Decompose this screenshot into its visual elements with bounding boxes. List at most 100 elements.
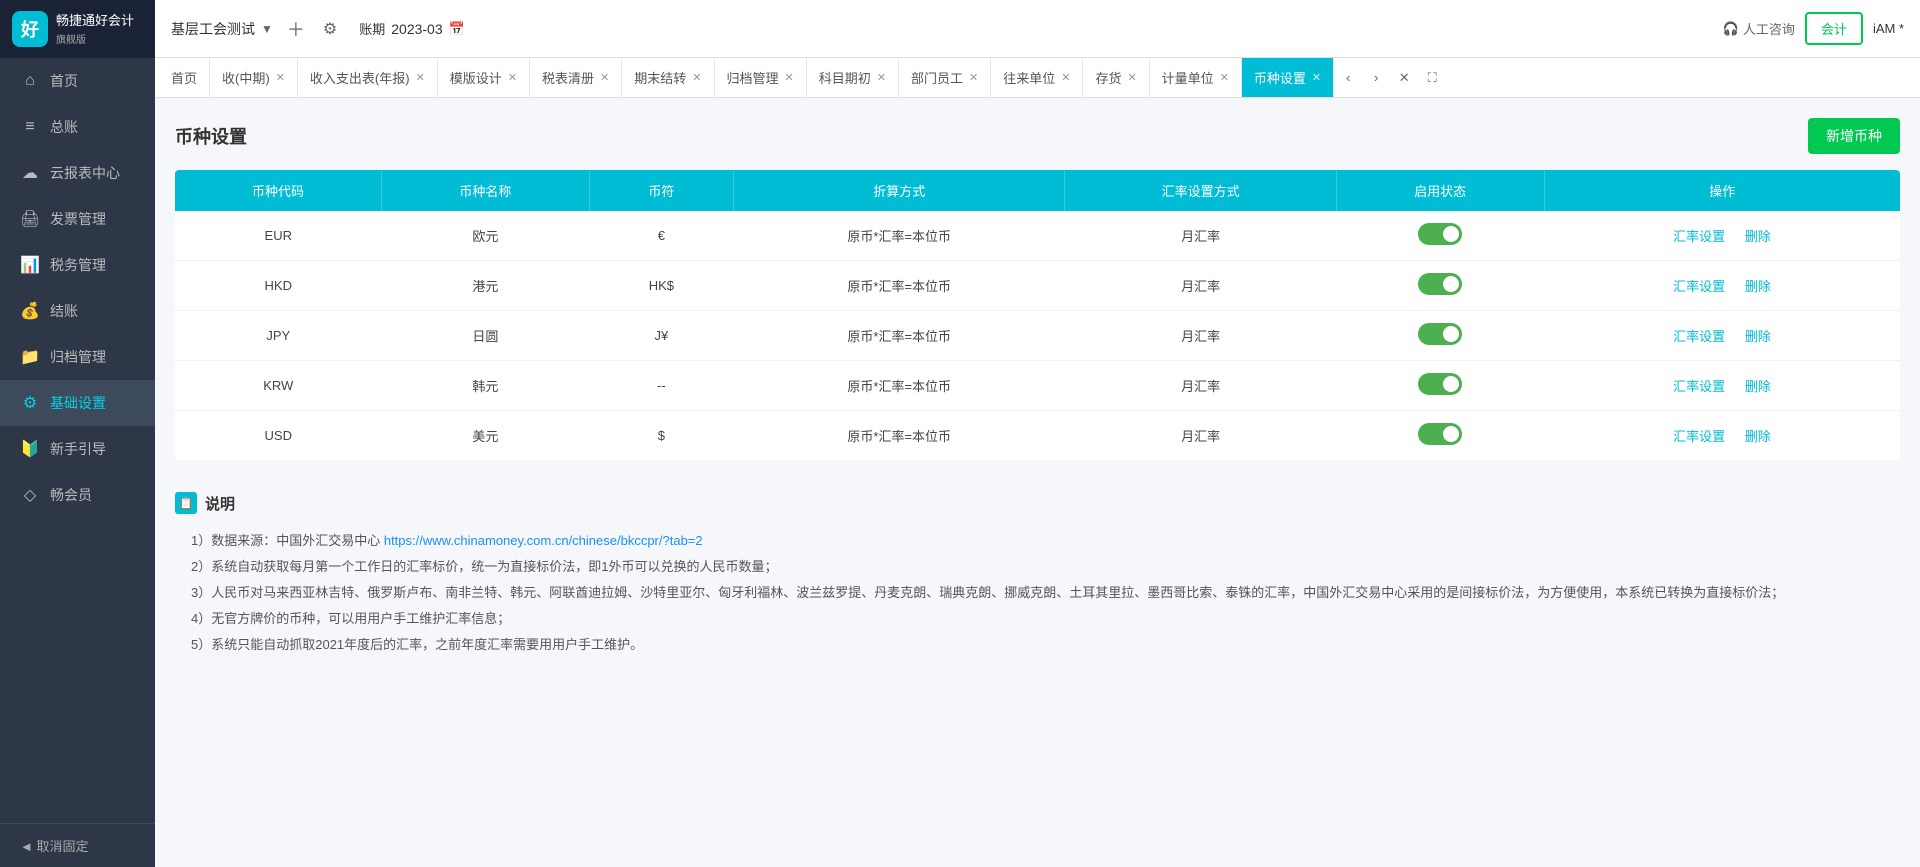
tab-archive[interactable]: 归档管理 ✕	[715, 58, 807, 98]
tab-archive-close[interactable]: ✕	[785, 71, 794, 84]
toggle-4[interactable]	[1418, 423, 1462, 445]
tab-tax-close[interactable]: ✕	[600, 71, 609, 84]
sidebar: 好 畅捷通好会计 旗舰版 ⌂ 首页 ≡ 总账 ☁ 云报表中心 🖨 发票管理 📊 …	[0, 0, 155, 867]
tab-home[interactable]: 首页	[159, 58, 210, 98]
note-4: 4）无官方牌价的币种，可以用用户手工维护汇率信息；	[191, 606, 1900, 632]
rate-setting-2[interactable]: 汇率设置	[1673, 329, 1725, 344]
cell-method-4: 原币*汇率=本位币	[733, 411, 1065, 461]
notes-list: 1）数据来源：中国外汇交易中心 https://www.chinamoney.c…	[175, 528, 1900, 658]
cell-rate-type-4: 月汇率	[1065, 411, 1336, 461]
sidebar-item-member[interactable]: ◇ 畅会员	[0, 472, 155, 518]
notes-link[interactable]: https://www.chinamoney.com.cn/chinese/bk…	[384, 533, 703, 548]
cell-rate-type-2: 月汇率	[1065, 311, 1336, 361]
sidebar-item-settings[interactable]: ⚙ 基础设置	[0, 380, 155, 426]
delete-btn-3[interactable]: 删除	[1745, 379, 1771, 394]
cell-name-4: 美元	[382, 411, 590, 461]
tab-clients[interactable]: 往来单位 ✕	[991, 58, 1083, 98]
sidebar-label-home: 首页	[50, 71, 78, 91]
delete-btn-4[interactable]: 删除	[1745, 429, 1771, 444]
tab-departments[interactable]: 部门员工 ✕	[899, 58, 991, 98]
tab-clients-label: 往来单位	[1003, 68, 1055, 87]
tab-tax-label: 税表清册	[542, 68, 594, 87]
sidebar-item-tax[interactable]: 📊 税务管理	[0, 242, 155, 288]
rate-setting-0[interactable]: 汇率设置	[1673, 229, 1725, 244]
org-selector[interactable]: 基层工会测试 ▼	[171, 19, 273, 39]
cell-status-0	[1336, 211, 1544, 261]
rate-setting-4[interactable]: 汇率设置	[1673, 429, 1725, 444]
table-row: USD 美元 $ 原币*汇率=本位币 月汇率 汇率设置 删除	[175, 411, 1900, 461]
tab-balance[interactable]: 收(中期) ✕	[210, 58, 298, 98]
unpin-button[interactable]: ◄ 取消固定	[0, 823, 155, 867]
table-header-row: 币种代码 币种名称 币符 折算方式 汇率设置方式 启用状态 操作	[175, 170, 1900, 211]
user-label: iAM *	[1873, 21, 1904, 36]
tab-subjects-close[interactable]: ✕	[877, 71, 886, 84]
sidebar-item-archive[interactable]: 📁 归档管理	[0, 334, 155, 380]
calendar-icon[interactable]: 📅	[449, 21, 465, 37]
tab-period-end[interactable]: 期末结转 ✕	[622, 58, 714, 98]
tab-tax[interactable]: 税表清册 ✕	[530, 58, 622, 98]
sidebar-label-tax: 税务管理	[50, 255, 106, 275]
rate-setting-3[interactable]: 汇率设置	[1673, 379, 1725, 394]
headset-icon: 🎧	[1723, 21, 1739, 37]
page-title: 币种设置	[175, 123, 247, 149]
tabbar: 首页 收(中期) ✕ 收入支出表(年报) ✕ 模版设计 ✕ 税表清册 ✕ 期末结…	[155, 58, 1920, 98]
cell-symbol-0: €	[589, 211, 733, 261]
cell-rate-type-1: 月汇率	[1065, 261, 1336, 311]
tab-income-close[interactable]: ✕	[416, 71, 425, 84]
sidebar-item-reports[interactable]: ☁ 云报表中心	[0, 150, 155, 196]
new-currency-button[interactable]: 新增币种	[1808, 118, 1900, 154]
tab-departments-label: 部门员工	[911, 68, 963, 87]
tab-subjects[interactable]: 科目期初 ✕	[807, 58, 899, 98]
add-org-button[interactable]: ＋	[283, 12, 309, 46]
sidebar-item-home[interactable]: ⌂ 首页	[0, 58, 155, 104]
tab-expand[interactable]: ⛶	[1418, 58, 1446, 98]
tab-departments-close[interactable]: ✕	[969, 71, 978, 84]
tab-close-all[interactable]: ✕	[1390, 58, 1418, 98]
tab-template-close[interactable]: ✕	[508, 71, 517, 84]
cell-symbol-1: HK$	[589, 261, 733, 311]
page-header: 币种设置 新增币种	[175, 118, 1900, 154]
tab-balance-close[interactable]: ✕	[276, 71, 285, 84]
cell-code-3: KRW	[175, 361, 382, 411]
topbar-settings-icon[interactable]: ⚙	[319, 15, 341, 43]
tab-template[interactable]: 模版设计 ✕	[438, 58, 530, 98]
toggle-0[interactable]	[1418, 223, 1462, 245]
sidebar-label-settings: 基础设置	[50, 393, 106, 413]
delete-btn-0[interactable]: 删除	[1745, 229, 1771, 244]
tab-nav-right[interactable]: ›	[1362, 58, 1390, 98]
delete-btn-1[interactable]: 删除	[1745, 279, 1771, 294]
sidebar-nav: ⌂ 首页 ≡ 总账 ☁ 云报表中心 🖨 发票管理 📊 税务管理 💰 结账 📁 归…	[0, 58, 155, 823]
cell-status-2	[1336, 311, 1544, 361]
cell-rate-type-0: 月汇率	[1065, 211, 1336, 261]
toggle-2[interactable]	[1418, 323, 1462, 345]
service-button[interactable]: 🎧 人工咨询	[1723, 19, 1795, 38]
cell-symbol-2: J¥	[589, 311, 733, 361]
tab-template-label: 模版设计	[450, 68, 502, 87]
cell-name-1: 港元	[382, 261, 590, 311]
toggle-3[interactable]	[1418, 373, 1462, 395]
tab-clients-close[interactable]: ✕	[1061, 71, 1070, 84]
delete-btn-2[interactable]: 删除	[1745, 329, 1771, 344]
cell-name-0: 欧元	[382, 211, 590, 261]
cell-action-4: 汇率设置 删除	[1544, 411, 1900, 461]
cell-action-2: 汇率设置 删除	[1544, 311, 1900, 361]
tab-inventory-close[interactable]: ✕	[1127, 71, 1136, 84]
note-3: 3）人民币对马来西亚林吉特、俄罗斯卢布、南非兰特、韩元、阿联酋迪拉姆、沙特里亚尔…	[191, 580, 1900, 606]
tab-income[interactable]: 收入支出表(年报) ✕	[298, 58, 438, 98]
tab-units[interactable]: 计量单位 ✕	[1150, 58, 1242, 98]
tab-inventory-label: 存货	[1095, 68, 1121, 87]
tab-inventory[interactable]: 存货 ✕	[1083, 58, 1149, 98]
unpin-label: ◄ 取消固定	[20, 836, 88, 855]
sidebar-item-guide[interactable]: 🔰 新手引导	[0, 426, 155, 472]
sidebar-item-close[interactable]: 💰 结账	[0, 288, 155, 334]
tab-units-close[interactable]: ✕	[1220, 71, 1229, 84]
sidebar-item-ledger[interactable]: ≡ 总账	[0, 104, 155, 150]
tab-currency-close[interactable]: ✕	[1312, 71, 1321, 84]
tab-nav-left[interactable]: ‹	[1334, 58, 1362, 98]
sidebar-item-invoice[interactable]: 🖨 发票管理	[0, 196, 155, 242]
tab-period-end-close[interactable]: ✕	[692, 71, 701, 84]
account-button[interactable]: 会计	[1805, 12, 1863, 45]
tab-currency[interactable]: 币种设置 ✕	[1242, 58, 1334, 98]
toggle-1[interactable]	[1418, 273, 1462, 295]
rate-setting-1[interactable]: 汇率设置	[1673, 279, 1725, 294]
